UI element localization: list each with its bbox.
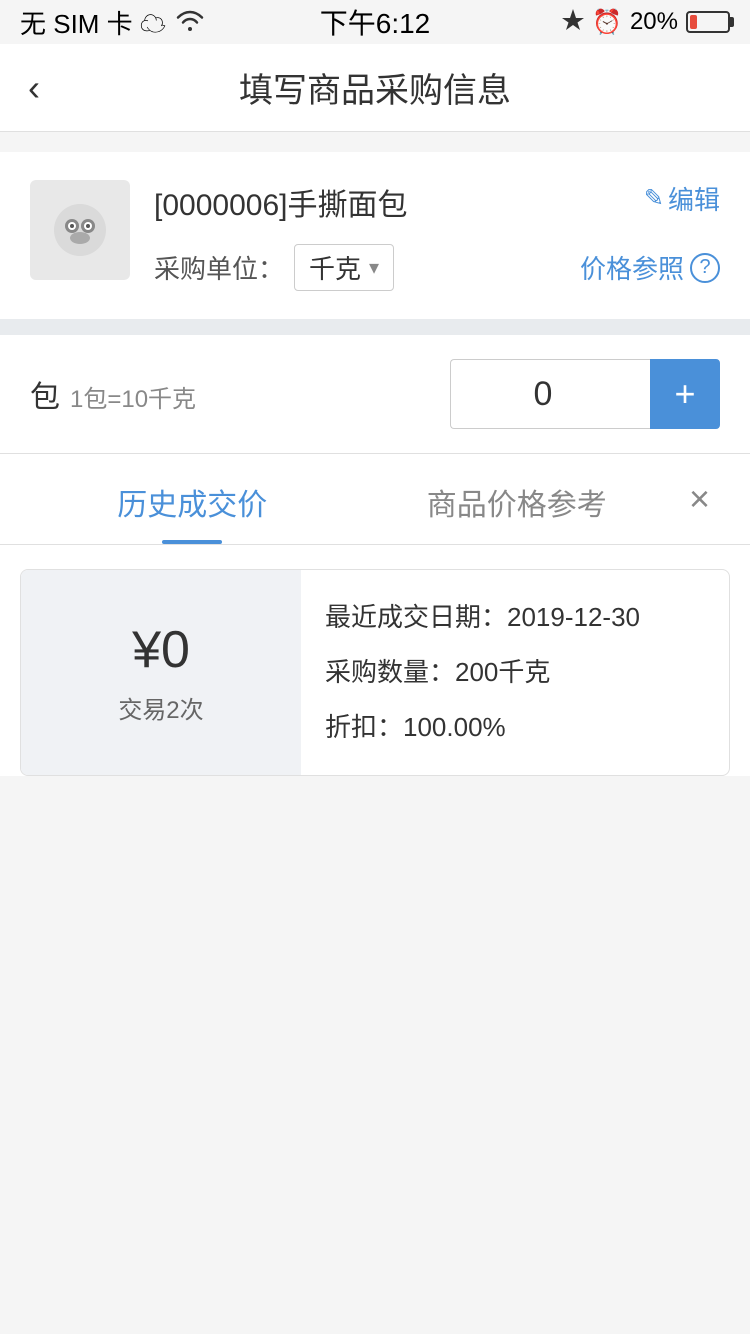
purchase-qty-line: 采购数量：200千克 — [325, 653, 705, 692]
status-right: ⏰ 20% — [562, 8, 730, 37]
history-card: ¥0 交易2次 最近成交日期：2019-12-30 采购数量：200千克 折扣：… — [20, 569, 730, 776]
wifi-icon — [176, 7, 204, 38]
unit-conversion: 1包=10千克 — [70, 379, 196, 414]
battery-percent: 20% — [630, 8, 678, 36]
bottom-panel: 历史成交价 商品价格参考 × ¥0 交易2次 最近成交日期：2019-12-30… — [0, 453, 750, 776]
recent-date-value: 2019-12-30 — [507, 602, 640, 632]
unit-dropdown-arrow: ▾ — [369, 255, 379, 280]
product-thumbnail — [30, 180, 130, 280]
status-bar: 无 SIM 卡 ☁ 下午6:12 ⏰ 20% — [0, 0, 750, 44]
price-ref-label: 价格参照 — [580, 249, 684, 286]
discount-value: 100.00% — [403, 712, 506, 742]
purchase-qty-value: 200千克 — [455, 657, 550, 687]
tab-history[interactable]: 历史成交价 — [30, 454, 354, 544]
history-trade-count: 交易2次 — [118, 690, 203, 725]
quantity-input[interactable] — [450, 359, 650, 429]
nav-bar: ‹ 填写商品采购信息 — [0, 44, 750, 132]
battery-icon — [686, 11, 730, 33]
divider — [0, 319, 750, 335]
unit-character: 包 — [30, 372, 60, 416]
product-card: [0000006]手撕面包 ✎ 编辑 采购单位： 千克 ▾ 价格参照 ? — [0, 152, 750, 319]
close-button[interactable]: × — [679, 468, 720, 530]
history-right-panel: 最近成交日期：2019-12-30 采购数量：200千克 折扣：100.00% — [301, 570, 729, 775]
purchase-qty-label: 采购数量： — [325, 657, 455, 687]
history-price: ¥0 — [132, 620, 190, 680]
page-title: 填写商品采购信息 — [239, 63, 511, 112]
status-left: 无 SIM 卡 ☁ — [20, 4, 204, 41]
location-icon — [562, 8, 584, 37]
edit-icon: ✎ — [644, 184, 664, 213]
history-left-panel: ¥0 交易2次 — [21, 570, 301, 775]
help-icon: ? — [690, 253, 720, 283]
edit-label: 编辑 — [668, 180, 720, 217]
quantity-input-wrapper: + — [450, 359, 720, 429]
unit-label: 采购单位： — [154, 249, 284, 286]
tab-price-ref[interactable]: 商品价格参考 — [354, 454, 678, 544]
price-reference-button[interactable]: 价格参照 ? — [580, 249, 720, 286]
alarm-icon: ⏰ — [592, 8, 622, 37]
quantity-plus-button[interactable]: + — [650, 359, 720, 429]
status-time: 下午6:12 — [320, 2, 431, 42]
tabs-row: 历史成交价 商品价格参考 × — [0, 454, 750, 545]
unit-value: 千克 — [309, 249, 361, 286]
unit-info: 包 1包=10千克 — [30, 372, 196, 416]
recent-date-label: 最近成交日期： — [325, 602, 507, 632]
product-info: [0000006]手撕面包 ✎ 编辑 采购单位： 千克 ▾ 价格参照 ? — [154, 180, 720, 291]
product-name: [0000006]手撕面包 — [154, 180, 407, 224]
discount-label: 折扣： — [325, 712, 403, 742]
edit-button[interactable]: ✎ 编辑 — [644, 180, 720, 217]
sim-text: 无 SIM 卡 ☁ — [20, 4, 166, 41]
discount-line: 折扣：100.00% — [325, 708, 705, 747]
recent-date-line: 最近成交日期：2019-12-30 — [325, 598, 705, 637]
unit-select[interactable]: 千克 ▾ — [294, 244, 394, 291]
quantity-row: 包 1包=10千克 + — [0, 335, 750, 453]
back-button[interactable]: ‹ — [28, 67, 40, 109]
